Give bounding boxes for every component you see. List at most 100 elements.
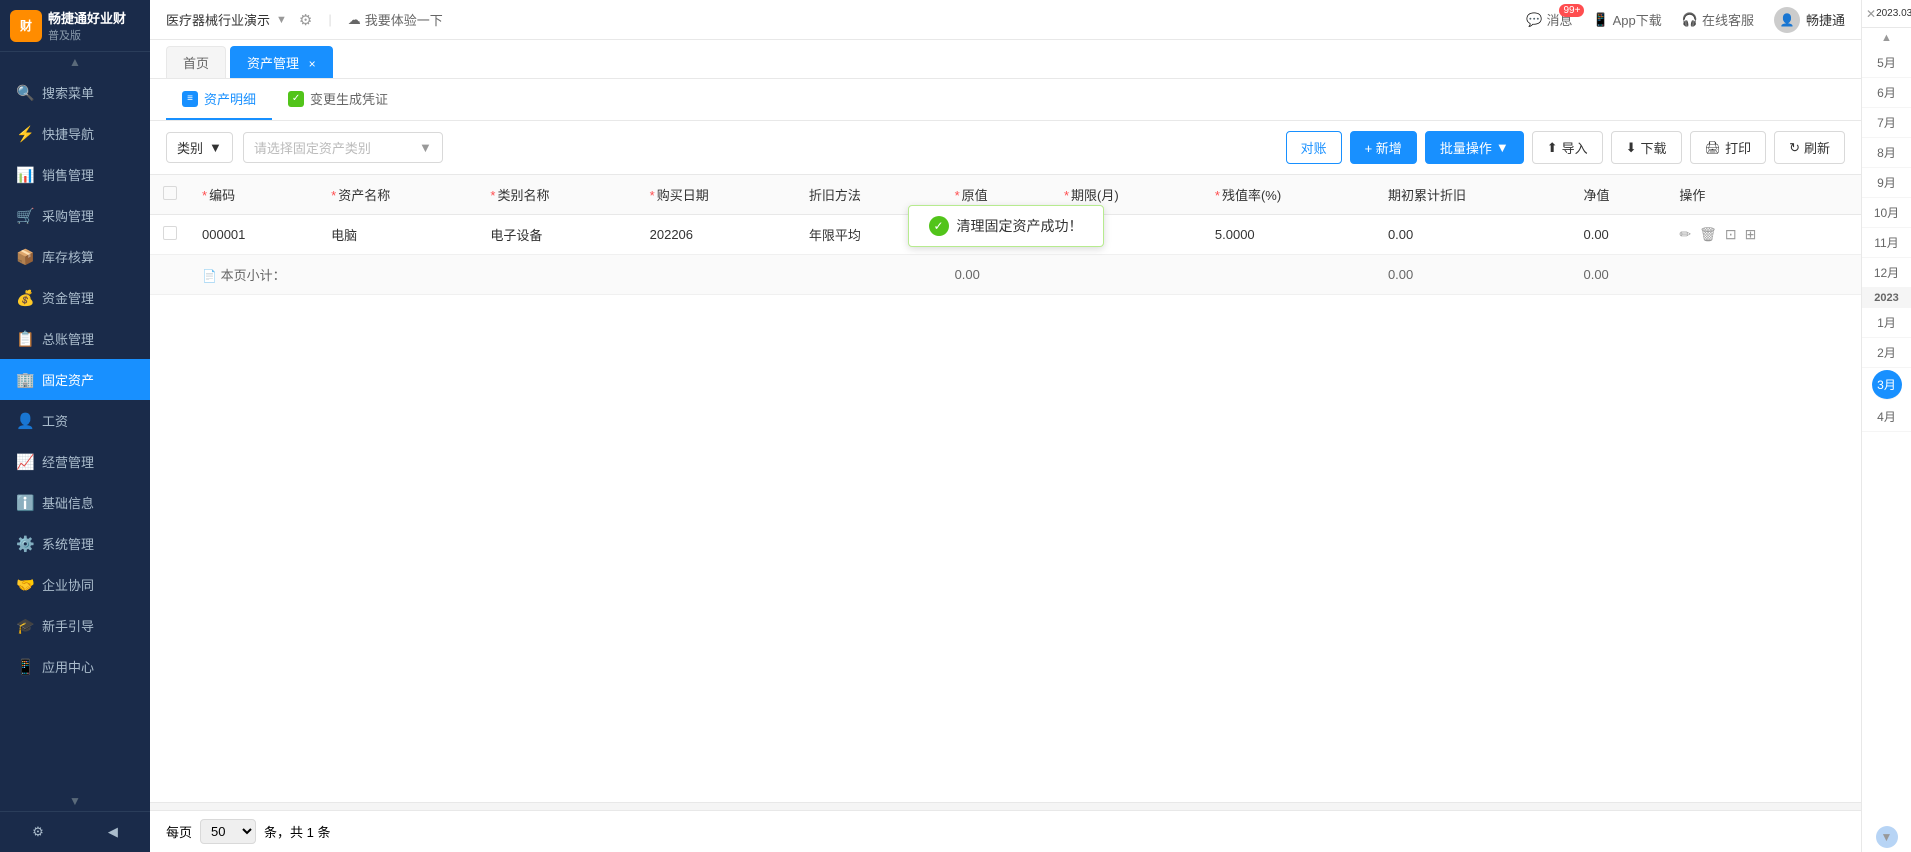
calendar-month-4[interactable]: 4月: [1862, 402, 1911, 432]
sidebar-item-enterprise[interactable]: 🤝 企业协同: [0, 564, 150, 605]
toast-message: 清理固定资产成功！: [957, 216, 1083, 236]
download-button[interactable]: ⬇ 下载: [1611, 131, 1682, 164]
sidebar-item-fund[interactable]: 💰 资金管理: [0, 277, 150, 318]
cell-buy-date: 202206: [638, 215, 797, 255]
more-icon[interactable]: ⊞: [1745, 226, 1757, 243]
settings-button[interactable]: ⚙: [24, 820, 52, 844]
category-input[interactable]: 请选择固定资产类别 ▼: [243, 132, 443, 163]
tab-asset-management[interactable]: 资产管理 ×: [230, 46, 333, 78]
th-checkbox[interactable]: [150, 175, 190, 215]
message-icon: 💬: [1526, 12, 1542, 28]
row-checkbox-cell[interactable]: [150, 215, 190, 255]
edit-icon[interactable]: ✏: [1679, 226, 1691, 243]
sub-tab-asset-detail[interactable]: ≡ 资产明细: [166, 79, 272, 120]
sidebar-item-sales[interactable]: 📊 销售管理: [0, 154, 150, 195]
sidebar-item-operations[interactable]: 📈 经营管理: [0, 441, 150, 482]
sidebar-item-app-center[interactable]: 📱 应用中心: [0, 646, 150, 687]
cell-name: 电脑: [319, 215, 478, 255]
horizontal-scrollbar[interactable]: [150, 802, 1861, 810]
sidebar-scroll-down-icon[interactable]: ▼: [69, 794, 81, 808]
tab-close-icon[interactable]: ×: [309, 57, 316, 71]
basic-info-icon: ℹ️: [16, 494, 34, 512]
calendar-scroll-up[interactable]: ▲: [1877, 28, 1896, 48]
sidebar-item-label-fixed-assets: 固定资产: [42, 370, 94, 389]
settings-icon[interactable]: ⚙: [299, 11, 312, 29]
copy-icon[interactable]: ⊡: [1725, 226, 1737, 243]
sidebar-item-purchase[interactable]: 🛒 采购管理: [0, 195, 150, 236]
calendar-down-icon[interactable]: ▼: [1876, 826, 1898, 848]
sidebar-item-system[interactable]: ⚙️ 系统管理: [0, 523, 150, 564]
category-placeholder: 请选择固定资产类别: [254, 138, 371, 157]
sidebar-scroll-up-icon[interactable]: ▲: [69, 55, 81, 69]
collapse-button[interactable]: ◀: [100, 820, 126, 844]
category-filter[interactable]: 类别 ▼: [166, 132, 233, 163]
calendar-month-10[interactable]: 10月: [1862, 198, 1911, 228]
change-voucher-tab-icon: ✓: [288, 91, 304, 107]
sidebar-item-label-app-center: 应用中心: [42, 657, 94, 676]
import-icon: ⬆: [1547, 140, 1558, 156]
calendar-month-5[interactable]: 5月: [1862, 48, 1911, 78]
calendar-month-11[interactable]: 11月: [1862, 228, 1911, 258]
print-button[interactable]: 🖨 打印: [1690, 131, 1767, 164]
enterprise-icon: 🤝: [16, 576, 34, 594]
cell-code: 000001: [190, 215, 319, 255]
calendar-month-12[interactable]: 12月: [1862, 258, 1911, 288]
calendar-month-3-active[interactable]: 3月: [1872, 370, 1902, 400]
sidebar-item-label-purchase: 采购管理: [42, 206, 94, 225]
app-download-button[interactable]: 📱 App下载: [1592, 10, 1661, 29]
sidebar-item-search[interactable]: 🔍 搜索菜单: [0, 72, 150, 113]
sidebar: 财 畅捷通好业财 普及版 ▲ 🔍 搜索菜单 ⚡ 快捷导航 📊 销售管理 🛒 采购…: [0, 0, 150, 852]
refresh-button[interactable]: ↻ 刷新: [1774, 131, 1845, 164]
pagination-bar: 每页 50 10 20 100 条，共 1 条: [150, 810, 1861, 852]
service-label: 在线客服: [1702, 10, 1754, 29]
message-button[interactable]: 💬 消息 99+: [1526, 10, 1572, 29]
subtotal-label: 本页小计：: [221, 268, 286, 283]
system-icon: ⚙️: [16, 535, 34, 553]
calendar-month-1[interactable]: 1月: [1862, 308, 1911, 338]
sidebar-item-label-operations: 经营管理: [42, 452, 94, 471]
category-filter-arrow: ▼: [209, 140, 222, 155]
calendar-scroll-down[interactable]: ▼: [1872, 822, 1902, 852]
sidebar-item-label-inventory: 库存核算: [42, 247, 94, 266]
sidebar-item-general-ledger[interactable]: 📋 总账管理: [0, 318, 150, 359]
sidebar-item-basic-info[interactable]: ℹ️ 基础信息: [0, 482, 150, 523]
right-panel-close-icon[interactable]: ✕: [1866, 7, 1876, 21]
sidebar-item-inventory[interactable]: 📦 库存核算: [0, 236, 150, 277]
tab-home[interactable]: 首页: [166, 46, 226, 78]
calendar-month-7[interactable]: 7月: [1862, 108, 1911, 138]
subtotal-net-value: 0.00: [1571, 255, 1667, 295]
success-toast: ✓ 清理固定资产成功！: [908, 205, 1104, 247]
import-button[interactable]: ⬆ 导入: [1532, 131, 1603, 164]
sidebar-bottom: ⚙ ◀: [0, 811, 150, 852]
row-checkbox[interactable]: [163, 226, 177, 240]
calendar-year-label: 2023: [1862, 288, 1911, 308]
experience-label: 我要体验一下: [365, 10, 443, 29]
delete-icon[interactable]: 🗑: [1699, 226, 1717, 243]
experience-button[interactable]: ☁ 我要体验一下: [348, 10, 443, 29]
cell-action: ✏ 🗑 ⊡ ⊞: [1667, 215, 1861, 255]
select-all-checkbox[interactable]: [163, 186, 177, 200]
asset-detail-tab-icon: ≡: [182, 91, 198, 107]
reconcile-button[interactable]: 对账: [1286, 131, 1342, 164]
sidebar-item-fixed-assets[interactable]: 🏢 固定资产: [0, 359, 150, 400]
batch-button[interactable]: 批量操作 ▼: [1425, 131, 1524, 164]
calendar-month-8[interactable]: 8月: [1862, 138, 1911, 168]
tab-home-label: 首页: [183, 56, 209, 71]
guide-icon: 🎓: [16, 617, 34, 635]
cell-initial-accum: 0.00: [1376, 215, 1572, 255]
sidebar-item-payroll[interactable]: 👤 工资: [0, 400, 150, 441]
sub-tab-change-voucher[interactable]: ✓ 变更生成凭证: [272, 79, 404, 120]
company-title[interactable]: 医疗器械行业演示 ▼: [166, 10, 287, 29]
calendar-month-9[interactable]: 9月: [1862, 168, 1911, 198]
per-page-select[interactable]: 50 10 20 100: [200, 819, 256, 844]
inventory-icon: 📦: [16, 248, 34, 266]
calendar-month-2[interactable]: 2月: [1862, 338, 1911, 368]
calendar-month-6[interactable]: 6月: [1862, 78, 1911, 108]
subtotal-initial-accum: 0.00: [1376, 255, 1572, 295]
sidebar-item-guide[interactable]: 🎓 新手引导: [0, 605, 150, 646]
sidebar-item-quick-nav[interactable]: ⚡ 快捷导航: [0, 113, 150, 154]
th-code: *编码: [190, 175, 319, 215]
online-service-button[interactable]: 🎧 在线客服: [1682, 10, 1754, 29]
new-button[interactable]: + 新增: [1350, 131, 1417, 164]
user-menu[interactable]: 👤 畅捷通: [1774, 7, 1845, 33]
